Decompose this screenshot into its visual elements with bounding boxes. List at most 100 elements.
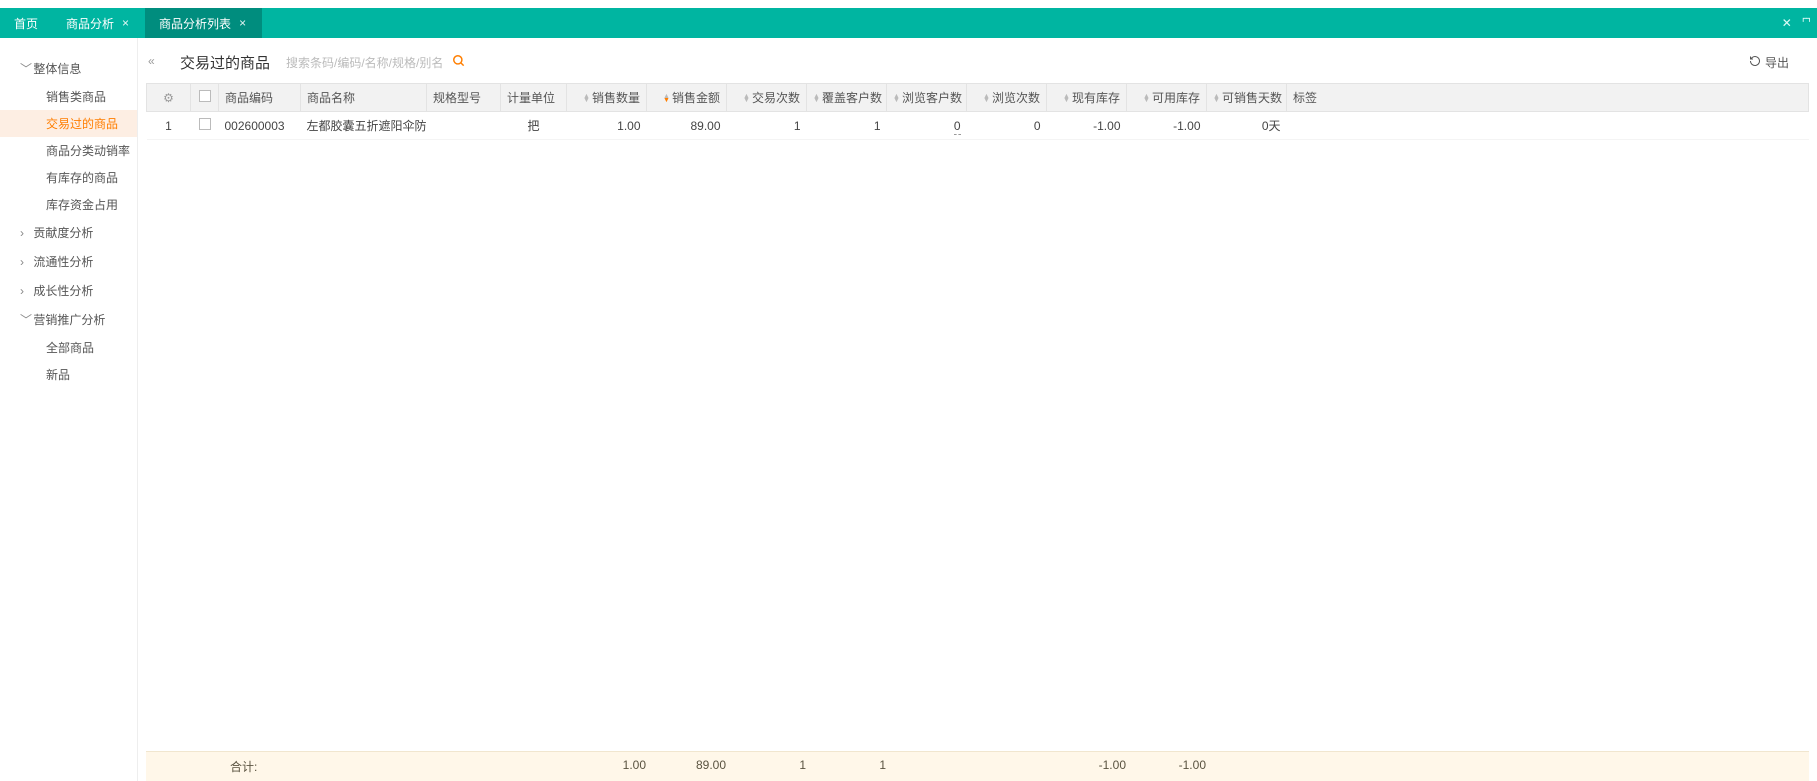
sidebar-group-marketing[interactable]: ﹀ 营销推广分析 [0, 305, 137, 334]
sidebar-group-label: 成长性分析 [33, 284, 93, 298]
sidebar-group-label: 整体信息 [33, 62, 81, 76]
close-icon[interactable]: × [237, 16, 248, 30]
sidebar-item-category-rate[interactable]: 商品分类动销率 [0, 137, 137, 164]
tab-bar: 首页 商品分析 × 商品分析列表 × ✕ ⌜⌝ [0, 8, 1817, 38]
footer-customers: 1 [812, 756, 892, 777]
page-title: 交易过的商品 [180, 52, 270, 73]
gear-icon[interactable]: ⚙ [163, 91, 174, 105]
table-header-row: ⚙ 商品编码 商品名称 规格型号 计量单位 ▲▼销售数量 ▲▼销售金额 ▲▼交易… [147, 84, 1809, 112]
cell-browse-cust[interactable]: 0 [887, 112, 967, 140]
cell-amount: 89.00 [647, 112, 727, 140]
sort-icon[interactable]: ▲▼ [583, 95, 590, 103]
sort-icon[interactable]: ▲▼ [813, 95, 820, 103]
sidebar-item-sales-products[interactable]: 销售类商品 [0, 83, 137, 110]
cell-stock: -1.00 [1047, 112, 1127, 140]
sidebar: ﹀ 整体信息 销售类商品 交易过的商品 商品分类动销率 有库存的商品 库存资金占… [0, 38, 138, 781]
tab-home[interactable]: 首页 [0, 8, 52, 38]
cell-spec [427, 112, 501, 140]
sidebar-item-in-stock[interactable]: 有库存的商品 [0, 164, 137, 191]
row-select[interactable] [191, 112, 219, 140]
cell-browse-cnt: 0 [967, 112, 1047, 140]
window-controls: ✕ ⌜⌝ [1782, 8, 1815, 38]
sidebar-group-contribution[interactable]: › 贡献度分析 [0, 218, 137, 247]
sort-icon[interactable]: ▲▼ [1143, 95, 1150, 103]
footer-amount: 89.00 [652, 756, 732, 777]
footer-stock: -1.00 [1052, 756, 1132, 777]
sidebar-item-traded-products[interactable]: 交易过的商品 [0, 110, 137, 137]
col-gear[interactable]: ⚙ [147, 84, 191, 112]
sort-icon[interactable]: ▲▼ [1063, 95, 1070, 103]
export-label: 导出 [1765, 54, 1789, 71]
sort-icon[interactable]: ▲▼ [1213, 95, 1220, 103]
sidebar-group-label: 流通性分析 [33, 255, 93, 269]
table-row[interactable]: 1 002600003 左都胶囊五折遮阳伞防晒伞， 把 1.00 89.00 1… [147, 112, 1809, 140]
chevron-down-icon: ﹀ [20, 60, 30, 77]
col-qty[interactable]: ▲▼销售数量 [567, 84, 647, 112]
row-checkbox[interactable] [199, 118, 211, 130]
col-tags[interactable]: 标签 [1287, 84, 1809, 112]
close-icon[interactable]: ✕ [1782, 16, 1792, 30]
sort-icon[interactable]: ▲▼ [893, 95, 900, 103]
table-footer-total: 合计: 1.00 89.00 1 1 -1.00 -1.00 [146, 751, 1809, 781]
sidebar-item-all-products[interactable]: 全部商品 [0, 334, 137, 361]
col-deals[interactable]: ▲▼交易次数 [727, 84, 807, 112]
cell-qty: 1.00 [567, 112, 647, 140]
export-button[interactable]: 导出 [1749, 54, 1789, 71]
tab-label: 商品分析列表 [159, 15, 231, 32]
search-input[interactable] [286, 56, 446, 70]
sidebar-item-new-products[interactable]: 新品 [0, 361, 137, 388]
col-spec[interactable]: 规格型号 [427, 84, 501, 112]
sidebar-group-label: 贡献度分析 [33, 226, 93, 240]
cell-sell-days: 0天 [1207, 112, 1287, 140]
row-index: 1 [147, 112, 191, 140]
chevron-right-icon: › [20, 255, 30, 269]
footer-browse-cust [892, 756, 972, 777]
col-avail[interactable]: ▲▼可用库存 [1127, 84, 1207, 112]
chevron-down-icon: ﹀ [20, 311, 30, 328]
tab-label: 首页 [14, 15, 38, 32]
sidebar-item-stock-capital[interactable]: 库存资金占用 [0, 191, 137, 218]
tab-analysis[interactable]: 商品分析 × [52, 8, 145, 38]
collapse-sidebar-icon[interactable]: « [148, 54, 155, 68]
sidebar-group-growth[interactable]: › 成长性分析 [0, 276, 137, 305]
select-all-checkbox[interactable] [199, 90, 211, 102]
cell-code: 002600003 [219, 112, 301, 140]
title-bar: 交易过的商品 导出 [146, 46, 1809, 83]
col-stock[interactable]: ▲▼现有库存 [1047, 84, 1127, 112]
sort-icon[interactable]: ▲▼ [743, 95, 750, 103]
data-table: ⚙ 商品编码 商品名称 规格型号 计量单位 ▲▼销售数量 ▲▼销售金额 ▲▼交易… [146, 83, 1809, 781]
fullscreen-icon[interactable]: ⌜⌝ [1802, 16, 1809, 30]
footer-avail: -1.00 [1132, 756, 1212, 777]
search-icon[interactable] [452, 54, 466, 71]
footer-label: 合计: [224, 756, 306, 777]
tab-label: 商品分析 [66, 15, 114, 32]
chevron-right-icon: › [20, 226, 30, 240]
footer-qty: 1.00 [572, 756, 652, 777]
sort-icon[interactable]: ▲▼ [663, 95, 670, 103]
col-select[interactable] [191, 84, 219, 112]
chevron-right-icon: › [20, 284, 30, 298]
main-panel: « 交易过的商品 导出 [138, 38, 1817, 781]
cell-tags [1287, 112, 1809, 140]
col-amount[interactable]: ▲▼销售金额 [647, 84, 727, 112]
sidebar-group-overall[interactable]: ﹀ 整体信息 [0, 54, 137, 83]
close-icon[interactable]: × [120, 16, 131, 30]
col-browse-cust[interactable]: ▲▼浏览客户数 [887, 84, 967, 112]
col-browse-cnt[interactable]: ▲▼浏览次数 [967, 84, 1047, 112]
sort-icon[interactable]: ▲▼ [983, 95, 990, 103]
col-customers[interactable]: ▲▼覆盖客户数 [807, 84, 887, 112]
col-unit[interactable]: 计量单位 [501, 84, 567, 112]
col-code[interactable]: 商品编码 [219, 84, 301, 112]
cell-unit: 把 [501, 112, 567, 140]
col-sell-days[interactable]: ▲▼可销售天数 [1207, 84, 1287, 112]
sidebar-group-label: 营销推广分析 [33, 313, 105, 327]
search-box [286, 54, 466, 71]
footer-deals: 1 [732, 756, 812, 777]
cell-deals: 1 [727, 112, 807, 140]
footer-browse-cnt [972, 756, 1052, 777]
tab-analysis-list[interactable]: 商品分析列表 × [145, 8, 262, 38]
col-name[interactable]: 商品名称 [301, 84, 427, 112]
cell-name: 左都胶囊五折遮阳伞防晒伞， [301, 112, 427, 140]
cell-avail: -1.00 [1127, 112, 1207, 140]
sidebar-group-circulation[interactable]: › 流通性分析 [0, 247, 137, 276]
